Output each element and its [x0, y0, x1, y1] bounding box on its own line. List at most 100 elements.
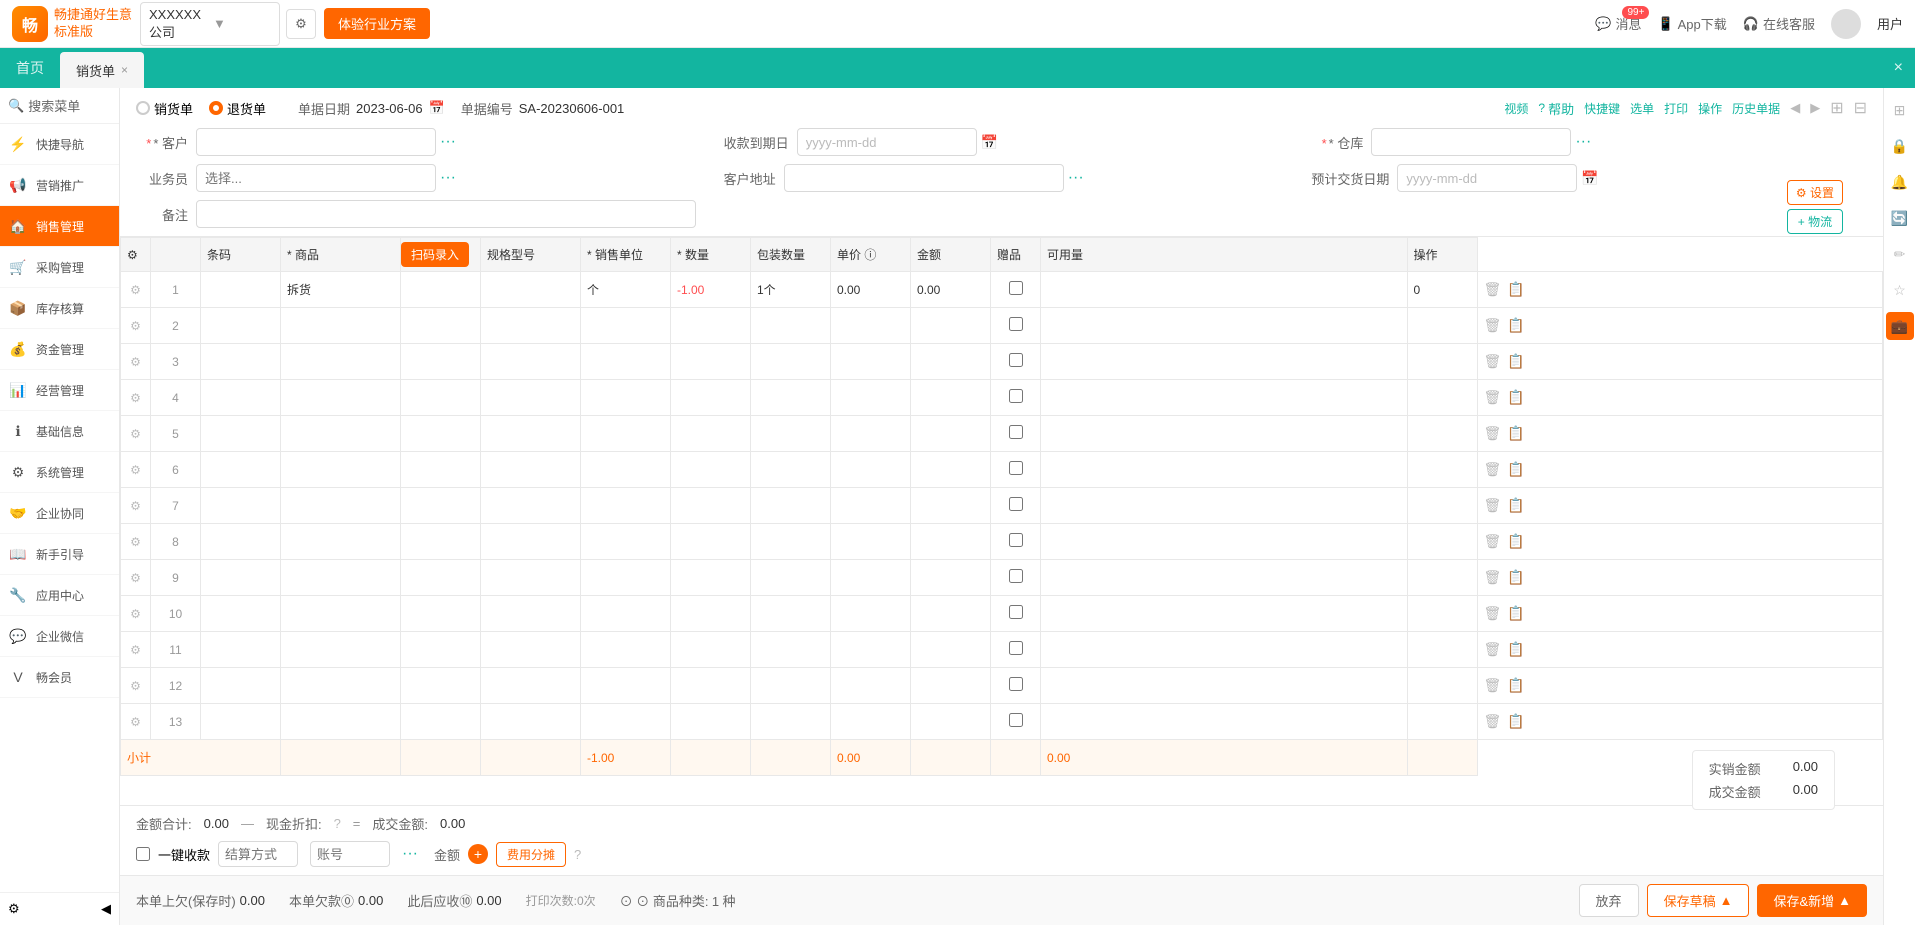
- row-unit[interactable]: [581, 380, 671, 416]
- save-draft-button[interactable]: 保存草稿 ▲: [1647, 884, 1750, 917]
- sidebar-item-inventory[interactable]: 📦 库存核算: [0, 288, 119, 329]
- row-gift[interactable]: [991, 488, 1041, 524]
- online-service-button[interactable]: 🎧 在线客服: [1743, 14, 1815, 33]
- row-product[interactable]: [281, 380, 401, 416]
- settings-icon[interactable]: ⚙: [286, 9, 316, 39]
- tab-sales-order[interactable]: 销货单 ×: [60, 52, 144, 88]
- row-product[interactable]: [281, 344, 401, 380]
- sidebar-collapse-icon[interactable]: ◀: [101, 901, 111, 917]
- row-pkg-qty[interactable]: [751, 632, 831, 668]
- right-icon-edit[interactable]: ✏: [1886, 240, 1914, 268]
- copy-icon[interactable]: 📋: [1507, 389, 1524, 406]
- row-spec[interactable]: [481, 704, 581, 740]
- row-qty[interactable]: [671, 416, 751, 452]
- sidebar-item-system[interactable]: ⚙ 系统管理: [0, 452, 119, 493]
- sidebar-item-collab[interactable]: 🤝 企业协同: [0, 493, 119, 534]
- one-click-payment-checkbox[interactable]: [136, 847, 150, 861]
- row-qty[interactable]: [671, 704, 751, 740]
- avatar[interactable]: [1831, 9, 1861, 39]
- row-unit[interactable]: [581, 632, 671, 668]
- row-unit[interactable]: [581, 416, 671, 452]
- row-amount[interactable]: [911, 344, 991, 380]
- fee-help-icon[interactable]: ?: [574, 847, 581, 862]
- sidebar-item-guide[interactable]: 📖 新手引导: [0, 534, 119, 575]
- row-pkg-qty[interactable]: [751, 344, 831, 380]
- row-settings[interactable]: ⚙: [121, 632, 151, 668]
- delete-icon[interactable]: 🗑: [1484, 497, 1502, 514]
- row-price[interactable]: [831, 488, 911, 524]
- delete-icon[interactable]: 🗑: [1484, 353, 1502, 370]
- row-qty[interactable]: -1.00: [671, 272, 751, 308]
- delete-icon[interactable]: 🗑: [1484, 569, 1502, 586]
- row-amount[interactable]: [911, 704, 991, 740]
- add-payment-button[interactable]: +: [468, 844, 488, 864]
- copy-icon[interactable]: 📋: [1507, 353, 1524, 370]
- copy-icon[interactable]: 📋: [1507, 461, 1524, 478]
- row-product[interactable]: [281, 704, 401, 740]
- row-pkg-qty[interactable]: [751, 380, 831, 416]
- row-unit[interactable]: [581, 560, 671, 596]
- username[interactable]: 用户: [1877, 14, 1903, 33]
- operate-link[interactable]: 操作: [1698, 100, 1722, 117]
- row-qty[interactable]: [671, 596, 751, 632]
- row-gift[interactable]: [991, 596, 1041, 632]
- copy-icon[interactable]: 📋: [1507, 569, 1524, 586]
- row-price[interactable]: [831, 596, 911, 632]
- row-qty[interactable]: [671, 380, 751, 416]
- copy-icon[interactable]: 📋: [1507, 533, 1524, 550]
- row-product[interactable]: [281, 632, 401, 668]
- row-price[interactable]: [831, 704, 911, 740]
- sidebar-item-purchase[interactable]: 🛒 采购管理: [0, 247, 119, 288]
- row-barcode[interactable]: [201, 668, 281, 704]
- history-link[interactable]: 历史单据: [1732, 100, 1780, 117]
- delete-icon[interactable]: 🗑: [1484, 317, 1502, 334]
- row-spec[interactable]: [481, 308, 581, 344]
- delete-icon[interactable]: 🗑: [1484, 281, 1502, 298]
- radio-return[interactable]: 退货单: [209, 99, 266, 118]
- save-new-button[interactable]: 保存&新增 ▲: [1757, 884, 1867, 917]
- row-barcode[interactable]: [201, 596, 281, 632]
- copy-icon[interactable]: 📋: [1507, 713, 1524, 730]
- delete-icon[interactable]: 🗑: [1484, 713, 1502, 730]
- row-barcode[interactable]: [201, 452, 281, 488]
- copy-icon[interactable]: 📋: [1507, 317, 1524, 334]
- due-date-input[interactable]: [797, 128, 977, 156]
- row-barcode[interactable]: [201, 308, 281, 344]
- row-barcode[interactable]: [201, 380, 281, 416]
- sidebar-item-operations[interactable]: 📊 经营管理: [0, 370, 119, 411]
- settings-button[interactable]: ⚙ 设置: [1787, 180, 1843, 205]
- row-pkg-qty[interactable]: [751, 524, 831, 560]
- row-price[interactable]: [831, 668, 911, 704]
- row-product[interactable]: [281, 488, 401, 524]
- message-button[interactable]: 💬 消息 99+: [1595, 14, 1641, 33]
- row-amount[interactable]: [911, 416, 991, 452]
- payment-method-input[interactable]: [218, 841, 298, 867]
- row-gift[interactable]: [991, 668, 1041, 704]
- copy-icon[interactable]: 📋: [1507, 605, 1524, 622]
- row-qty[interactable]: [671, 488, 751, 524]
- row-settings[interactable]: ⚙: [121, 452, 151, 488]
- row-settings[interactable]: ⚙: [121, 560, 151, 596]
- row-amount[interactable]: [911, 452, 991, 488]
- remarks-input[interactable]: [196, 200, 696, 228]
- delete-icon[interactable]: 🗑: [1484, 677, 1502, 694]
- sidebar-item-member[interactable]: V 畅会员: [0, 657, 119, 698]
- delete-icon[interactable]: 🗑: [1484, 533, 1502, 550]
- row-gift[interactable]: [991, 272, 1041, 308]
- row-unit[interactable]: [581, 452, 671, 488]
- row-amount[interactable]: [911, 668, 991, 704]
- row-gift[interactable]: [991, 560, 1041, 596]
- abandon-button[interactable]: 放弃: [1579, 884, 1639, 917]
- row-amount[interactable]: [911, 596, 991, 632]
- row-gift[interactable]: [991, 524, 1041, 560]
- sidebar-settings-icon[interactable]: ⚙: [8, 901, 20, 917]
- row-price[interactable]: 0.00: [831, 272, 911, 308]
- row-unit[interactable]: [581, 344, 671, 380]
- radio-sale[interactable]: 销货单: [136, 99, 193, 118]
- row-qty[interactable]: [671, 452, 751, 488]
- row-settings[interactable]: ⚙: [121, 704, 151, 740]
- row-unit[interactable]: [581, 704, 671, 740]
- row-pkg-qty[interactable]: 1个: [751, 272, 831, 308]
- nav-next-icon[interactable]: ▶: [1810, 100, 1820, 116]
- sidebar-item-finance[interactable]: 💰 资金管理: [0, 329, 119, 370]
